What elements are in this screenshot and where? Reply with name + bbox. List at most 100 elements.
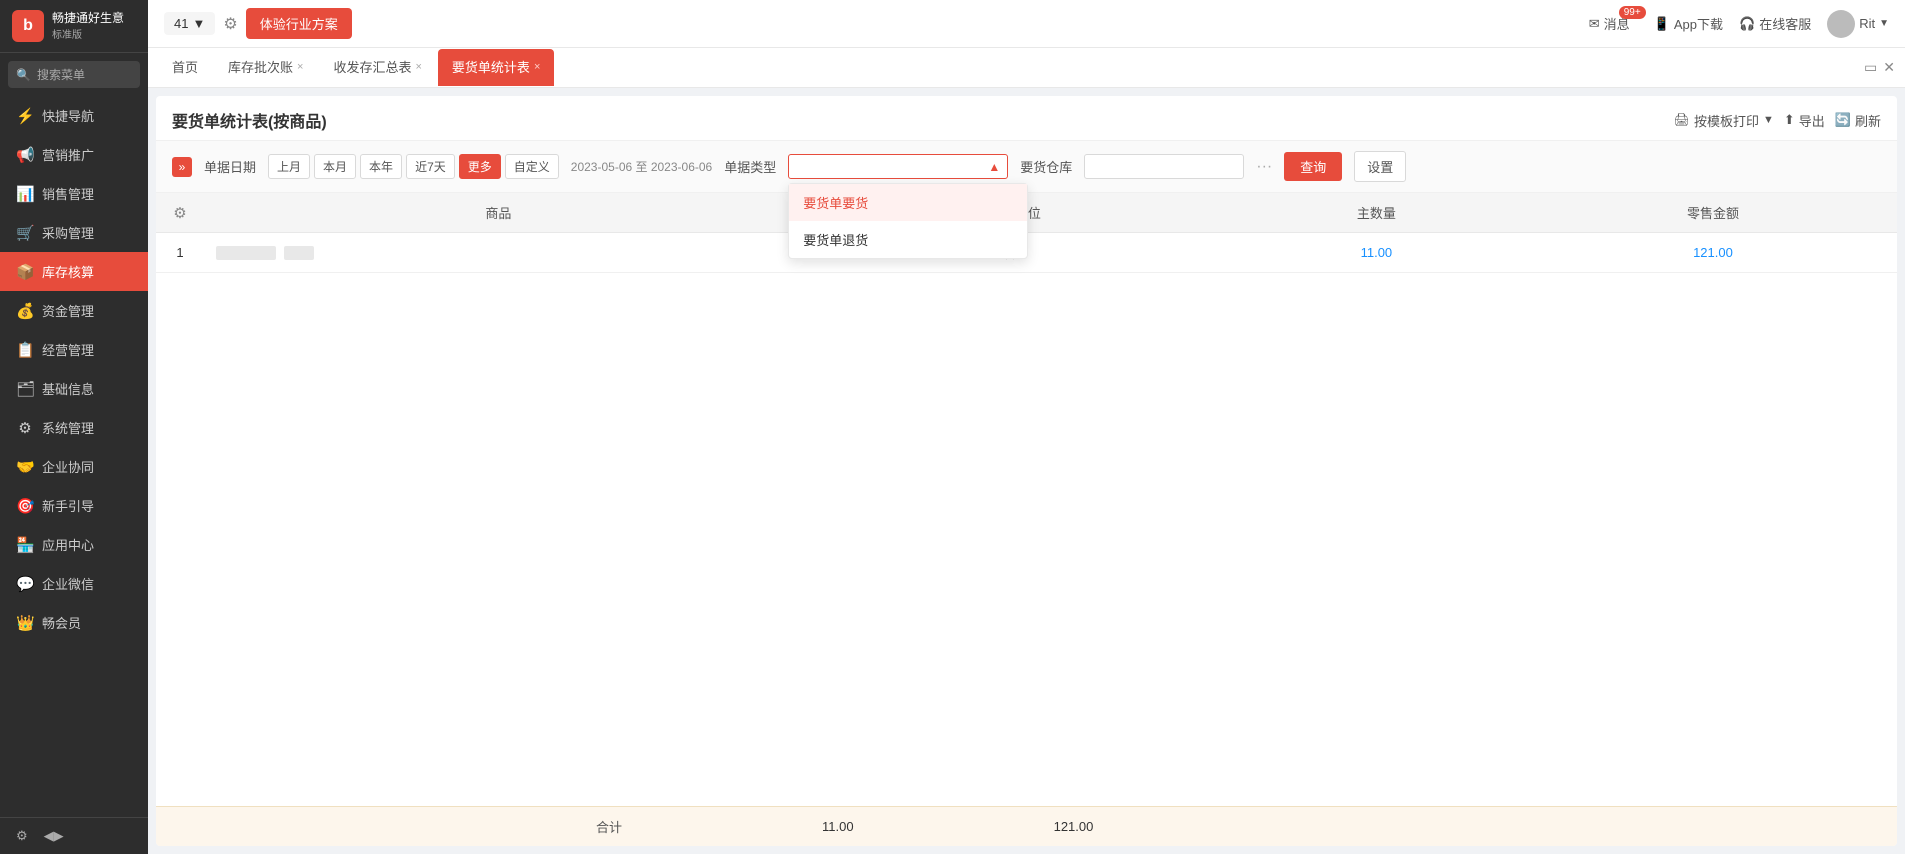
export-icon: ⬆ (1784, 112, 1795, 128)
main-area: 41 ▼ ⚙ 体验行业方案 ✉ 消息 99+ 📱 App下载 🎧 在线客服 R (148, 0, 1905, 854)
tab-home[interactable]: 首页 (158, 49, 212, 86)
type-label: 单据类型 (724, 157, 776, 176)
export-btn[interactable]: ⬆ 导出 (1784, 111, 1825, 130)
store-selector[interactable]: 41 ▼ (164, 12, 215, 35)
column-settings-icon[interactable]: ⚙ (173, 205, 186, 222)
member-icon: 👑 (16, 614, 34, 632)
sidebar-item-basic[interactable]: 🗂 基础信息 (0, 369, 148, 408)
dropdown-item-return[interactable]: 要货单退货 (789, 221, 1027, 258)
settings-topbar-icon[interactable]: ⚙ (223, 14, 237, 34)
refresh-label: 刷新 (1855, 111, 1881, 130)
date-prev-month-btn[interactable]: 上月 (268, 154, 310, 179)
sales-label: 销售管理 (42, 184, 94, 203)
date-7days-btn[interactable]: 近7天 (406, 154, 455, 179)
type-input[interactable] (788, 154, 1008, 179)
sidebar-item-marketing[interactable]: 📢 营销推广 (0, 135, 148, 174)
warehouse-input[interactable] (1084, 154, 1244, 179)
guide-icon: 🎯 (16, 497, 34, 515)
date-more-btn[interactable]: 更多 (459, 154, 501, 179)
table-footer: 合计 11.00 121.00 (156, 806, 1897, 846)
phone-icon: 📱 (1654, 16, 1670, 32)
user-profile[interactable]: Rit ▼ (1827, 10, 1889, 38)
filter-expand-button[interactable]: » (172, 157, 192, 177)
print-dropdown-icon: ▼ (1763, 114, 1774, 126)
topbar-left: 41 ▼ ⚙ 体验行业方案 (164, 8, 352, 39)
sidebar-item-purchase[interactable]: 🛒 采购管理 (0, 213, 148, 252)
sidebar: b 畅捷通好生意 标准版 🔍 搜索菜单 ⚡ 快捷导航 📢 营销推广 📊 销售管理… (0, 0, 148, 854)
product-code-placeholder (284, 246, 314, 260)
date-this-year-btn[interactable]: 本年 (360, 154, 402, 179)
print-icon: 🖨 (1673, 112, 1690, 128)
service-label: 在线客服 (1759, 14, 1811, 33)
sidebar-item-guide[interactable]: 🎯 新手引导 (0, 486, 148, 525)
quick-nav-icon: ⚡ (16, 107, 34, 125)
date-custom-btn[interactable]: 自定义 (505, 154, 559, 179)
messages-item[interactable]: ✉ 消息 99+ (1589, 14, 1638, 33)
tab-receivable[interactable]: 收发存汇总表 × (319, 49, 435, 86)
avatar (1827, 10, 1855, 38)
tab-receivable-close[interactable]: × (415, 61, 421, 73)
sidebar-item-finance[interactable]: 💰 资金管理 (0, 291, 148, 330)
sidebar-item-appstore[interactable]: 🏪 应用中心 (0, 525, 148, 564)
appstore-icon: 🏪 (16, 536, 34, 554)
tab-minimize-icon[interactable]: ▭ (1864, 59, 1877, 76)
th-product: 商品 (204, 193, 793, 233)
service-item[interactable]: 🎧 在线客服 (1739, 14, 1811, 33)
print-btn[interactable]: 🖨 按模板打印 ▼ (1673, 111, 1773, 130)
dropdown-item-order[interactable]: 要货单要货 (789, 184, 1027, 221)
page-header-actions: 🖨 按模板打印 ▼ ⬆ 导出 🔄 刷新 (1673, 111, 1881, 130)
operation-icon: 📋 (16, 341, 34, 359)
message-icon: ✉ (1589, 16, 1600, 32)
member-label: 畅会员 (42, 613, 81, 632)
th-settings[interactable]: ⚙ (156, 193, 204, 233)
main-qty-link[interactable]: 11.00 (1361, 245, 1393, 260)
export-label: 导出 (1799, 111, 1825, 130)
footer-label: 合计 (596, 817, 622, 836)
filter-date-group: 上月 本月 本年 近7天 更多 自定义 (268, 154, 559, 179)
headset-icon: 🎧 (1739, 16, 1755, 32)
sidebar-item-enterprise[interactable]: 🤝 企业协同 (0, 447, 148, 486)
type-dropdown: 要货单要货 要货单退货 (788, 183, 1028, 259)
sidebar-item-member[interactable]: 👑 畅会员 (0, 603, 148, 642)
filter-more-icon[interactable]: ··· (1256, 158, 1272, 176)
date-range: 2023-05-06 至 2023-06-06 (571, 158, 712, 175)
th-retail-amount: 零售金额 (1529, 193, 1897, 233)
sidebar-item-wechat[interactable]: 💬 企业微信 (0, 564, 148, 603)
tab-order-summary[interactable]: 要货单统计表 × (438, 49, 554, 86)
sidebar-item-system[interactable]: ⚙ 系统管理 (0, 408, 148, 447)
settings-bottom-icon[interactable]: ⚙ (16, 828, 28, 844)
sidebar-search[interactable]: 🔍 搜索菜单 (8, 61, 140, 88)
trial-btn[interactable]: 体验行业方案 (246, 8, 352, 39)
app-download-item[interactable]: 📱 App下载 (1654, 14, 1723, 33)
sidebar-logo: b 畅捷通好生意 标准版 (0, 0, 148, 53)
setting-button[interactable]: 设置 (1354, 151, 1406, 182)
tab-batch-label: 库存批次账 (228, 57, 293, 76)
store-dropdown-icon: ▼ (192, 16, 205, 31)
cell-product (204, 233, 793, 273)
inventory-label: 库存核算 (42, 262, 94, 281)
marketing-icon: 📢 (16, 146, 34, 164)
date-this-month-btn[interactable]: 本月 (314, 154, 356, 179)
tab-order-close[interactable]: × (534, 61, 540, 73)
footer-retail-amount: 121.00 (1054, 819, 1094, 834)
query-button[interactable]: 查询 (1284, 152, 1342, 181)
retail-amount-link[interactable]: 121.00 (1693, 245, 1733, 260)
sidebar-item-sales[interactable]: 📊 销售管理 (0, 174, 148, 213)
wechat-label: 企业微信 (42, 574, 94, 593)
type-chevron-icon: ▲ (988, 160, 1000, 174)
user-dropdown-icon: ▼ (1879, 18, 1889, 29)
cell-retail-amount: 121.00 (1529, 233, 1897, 273)
system-label: 系统管理 (42, 418, 94, 437)
tab-close-all-icon[interactable]: ✕ (1883, 59, 1895, 76)
refresh-btn[interactable]: 🔄 刷新 (1835, 111, 1881, 130)
tab-batch-account[interactable]: 库存批次账 × (214, 49, 317, 86)
collapse-icon[interactable]: ◀▶ (44, 828, 64, 844)
sidebar-item-inventory[interactable]: 📦 库存核算 (0, 252, 148, 291)
cell-no: 1 (156, 233, 204, 273)
search-label: 搜索菜单 (37, 66, 85, 83)
sidebar-item-operation[interactable]: 📋 经营管理 (0, 330, 148, 369)
logo-icon: b (12, 10, 44, 42)
filter-bar: » 单据日期 上月 本月 本年 近7天 更多 自定义 2023-05-06 至 … (156, 141, 1897, 193)
sidebar-item-quick-nav[interactable]: ⚡ 快捷导航 (0, 96, 148, 135)
tab-batch-close[interactable]: × (297, 61, 303, 73)
